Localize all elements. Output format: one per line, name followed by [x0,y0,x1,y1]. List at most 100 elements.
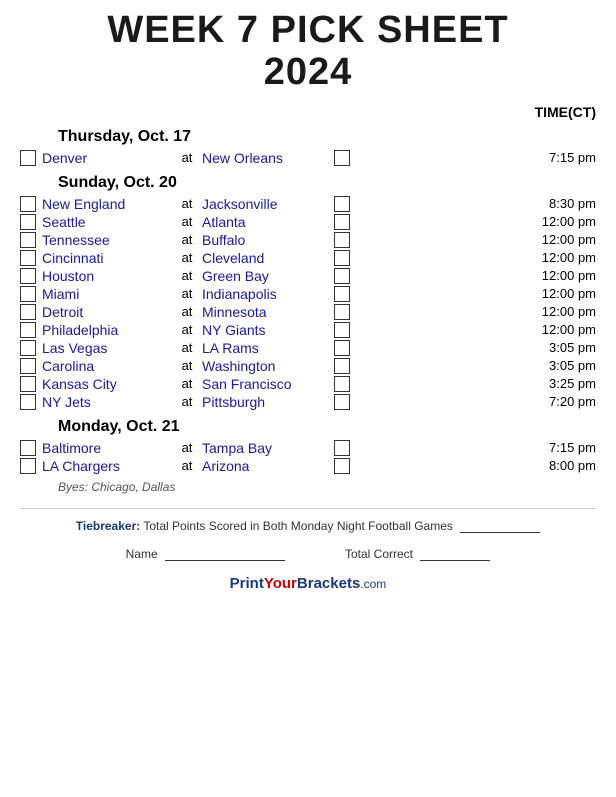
checkbox-home[interactable] [334,214,350,230]
checkbox-away[interactable] [20,458,36,474]
checkbox-away[interactable] [20,250,36,266]
team-home: Indianapolis [202,286,332,302]
checkbox-away[interactable] [20,150,36,166]
at-text: at [172,286,202,301]
total-label: Total Correct [345,547,413,561]
at-text: at [172,458,202,473]
total-field: Total Correct [345,547,490,561]
checkbox-away[interactable] [20,214,36,230]
game-time: 12:00 pm [542,232,596,247]
team-away: Cincinnati [42,250,172,266]
checkbox-home[interactable] [334,150,350,166]
checkbox-home[interactable] [334,340,350,356]
game-time: 8:00 pm [549,458,596,473]
game-row: BaltimoreatTampa Bay 7:15 pm [20,440,596,456]
team-home: San Francisco [202,376,332,392]
team-away: Seattle [42,214,172,230]
game-row: Kansas CityatSan Francisco 3:25 pm [20,376,596,392]
checkbox-home[interactable] [334,286,350,302]
name-field: Name [126,547,285,561]
checkbox-home[interactable] [334,250,350,266]
brand-your: Your [264,575,297,592]
checkbox-home[interactable] [334,358,350,374]
team-home: Buffalo [202,232,332,248]
checkbox-away[interactable] [20,322,36,338]
at-text: at [172,376,202,391]
at-text: at [172,322,202,337]
at-text: at [172,196,202,211]
team-away: Tennessee [42,232,172,248]
checkbox-home[interactable] [334,440,350,456]
checkbox-away[interactable] [20,440,36,456]
team-away: Kansas City [42,376,172,392]
game-time: 7:15 pm [549,440,596,455]
game-row: LA ChargersatArizona8:00 pm [20,458,596,474]
team-home: NY Giants [202,322,332,338]
tiebreaker-section: Tiebreaker: Total Points Scored in Both … [20,519,596,533]
game-row: TennesseeatBuffalo12:00 pm [20,232,596,248]
team-away: Philadelphia [42,322,172,338]
team-away: Baltimore [42,440,172,456]
game-row: Las VegasatLA Rams3:05 pm [20,340,596,356]
title-line1: WEEK 7 PICK SHEET [107,9,508,51]
team-away: Detroit [42,304,172,320]
team-home: Green Bay [202,268,332,284]
team-away: LA Chargers [42,458,172,474]
section-header-1: Sunday, Oct. 20 [58,174,596,192]
checkbox-home[interactable] [334,394,350,410]
game-time: 12:00 pm [542,250,596,265]
checkbox-away[interactable] [20,304,36,320]
name-label: Name [126,547,158,561]
brand-print: Print [230,575,264,592]
checkbox-home[interactable] [334,196,350,212]
tiebreaker-line [460,532,540,533]
at-text: at [172,268,202,283]
team-away: New England [42,196,172,212]
game-time: 3:05 pm [549,358,596,373]
game-row: NY JetsatPittsburgh7:20 pm [20,394,596,410]
checkbox-home[interactable] [334,232,350,248]
game-time: 3:25 pm [549,376,596,391]
game-time: 3:05 pm [549,340,596,355]
game-row: PhiladelphiaatNY Giants 12:00 pm [20,322,596,338]
checkbox-away[interactable] [20,340,36,356]
checkbox-home[interactable] [334,322,350,338]
game-time: 12:00 pm [542,268,596,283]
brand-brackets: Brackets [297,575,360,592]
title-line2: 2024 [264,51,353,93]
checkbox-away[interactable] [20,394,36,410]
at-text: at [172,250,202,265]
team-away: Denver [42,150,172,166]
checkbox-home[interactable] [334,304,350,320]
game-row: MiamiatIndianapolis12:00 pm [20,286,596,302]
checkbox-away[interactable] [20,268,36,284]
team-away: Miami [42,286,172,302]
at-text: at [172,358,202,373]
checkbox-away[interactable] [20,376,36,392]
title: WEEK 7 PICK SHEET 2024 [20,10,596,94]
team-home: Tampa Bay [202,440,332,456]
checkbox-home[interactable] [334,268,350,284]
team-home: Cleveland [202,250,332,266]
team-away: Carolina [42,358,172,374]
at-text: at [172,340,202,355]
at-text: at [172,214,202,229]
game-row: HoustonatGreen Bay12:00 pm [20,268,596,284]
time-header-label: TIME(CT) [535,104,596,120]
checkbox-away[interactable] [20,196,36,212]
checkbox-away[interactable] [20,358,36,374]
brand-dotcom: .com [360,577,386,591]
game-time: 12:00 pm [542,322,596,337]
at-text: at [172,394,202,409]
checkbox-home[interactable] [334,458,350,474]
checkbox-home[interactable] [334,376,350,392]
at-text: at [172,440,202,455]
game-time: 7:15 pm [549,150,596,165]
game-row: New EnglandatJacksonville8:30 pm [20,196,596,212]
checkbox-away[interactable] [20,286,36,302]
footer-brand: PrintYourBrackets.com [20,575,596,592]
game-row: CincinnatiatCleveland 12:00 pm [20,250,596,266]
game-row: CarolinaatWashington3:05 pm [20,358,596,374]
checkbox-away[interactable] [20,232,36,248]
game-time: 8:30 pm [549,196,596,211]
